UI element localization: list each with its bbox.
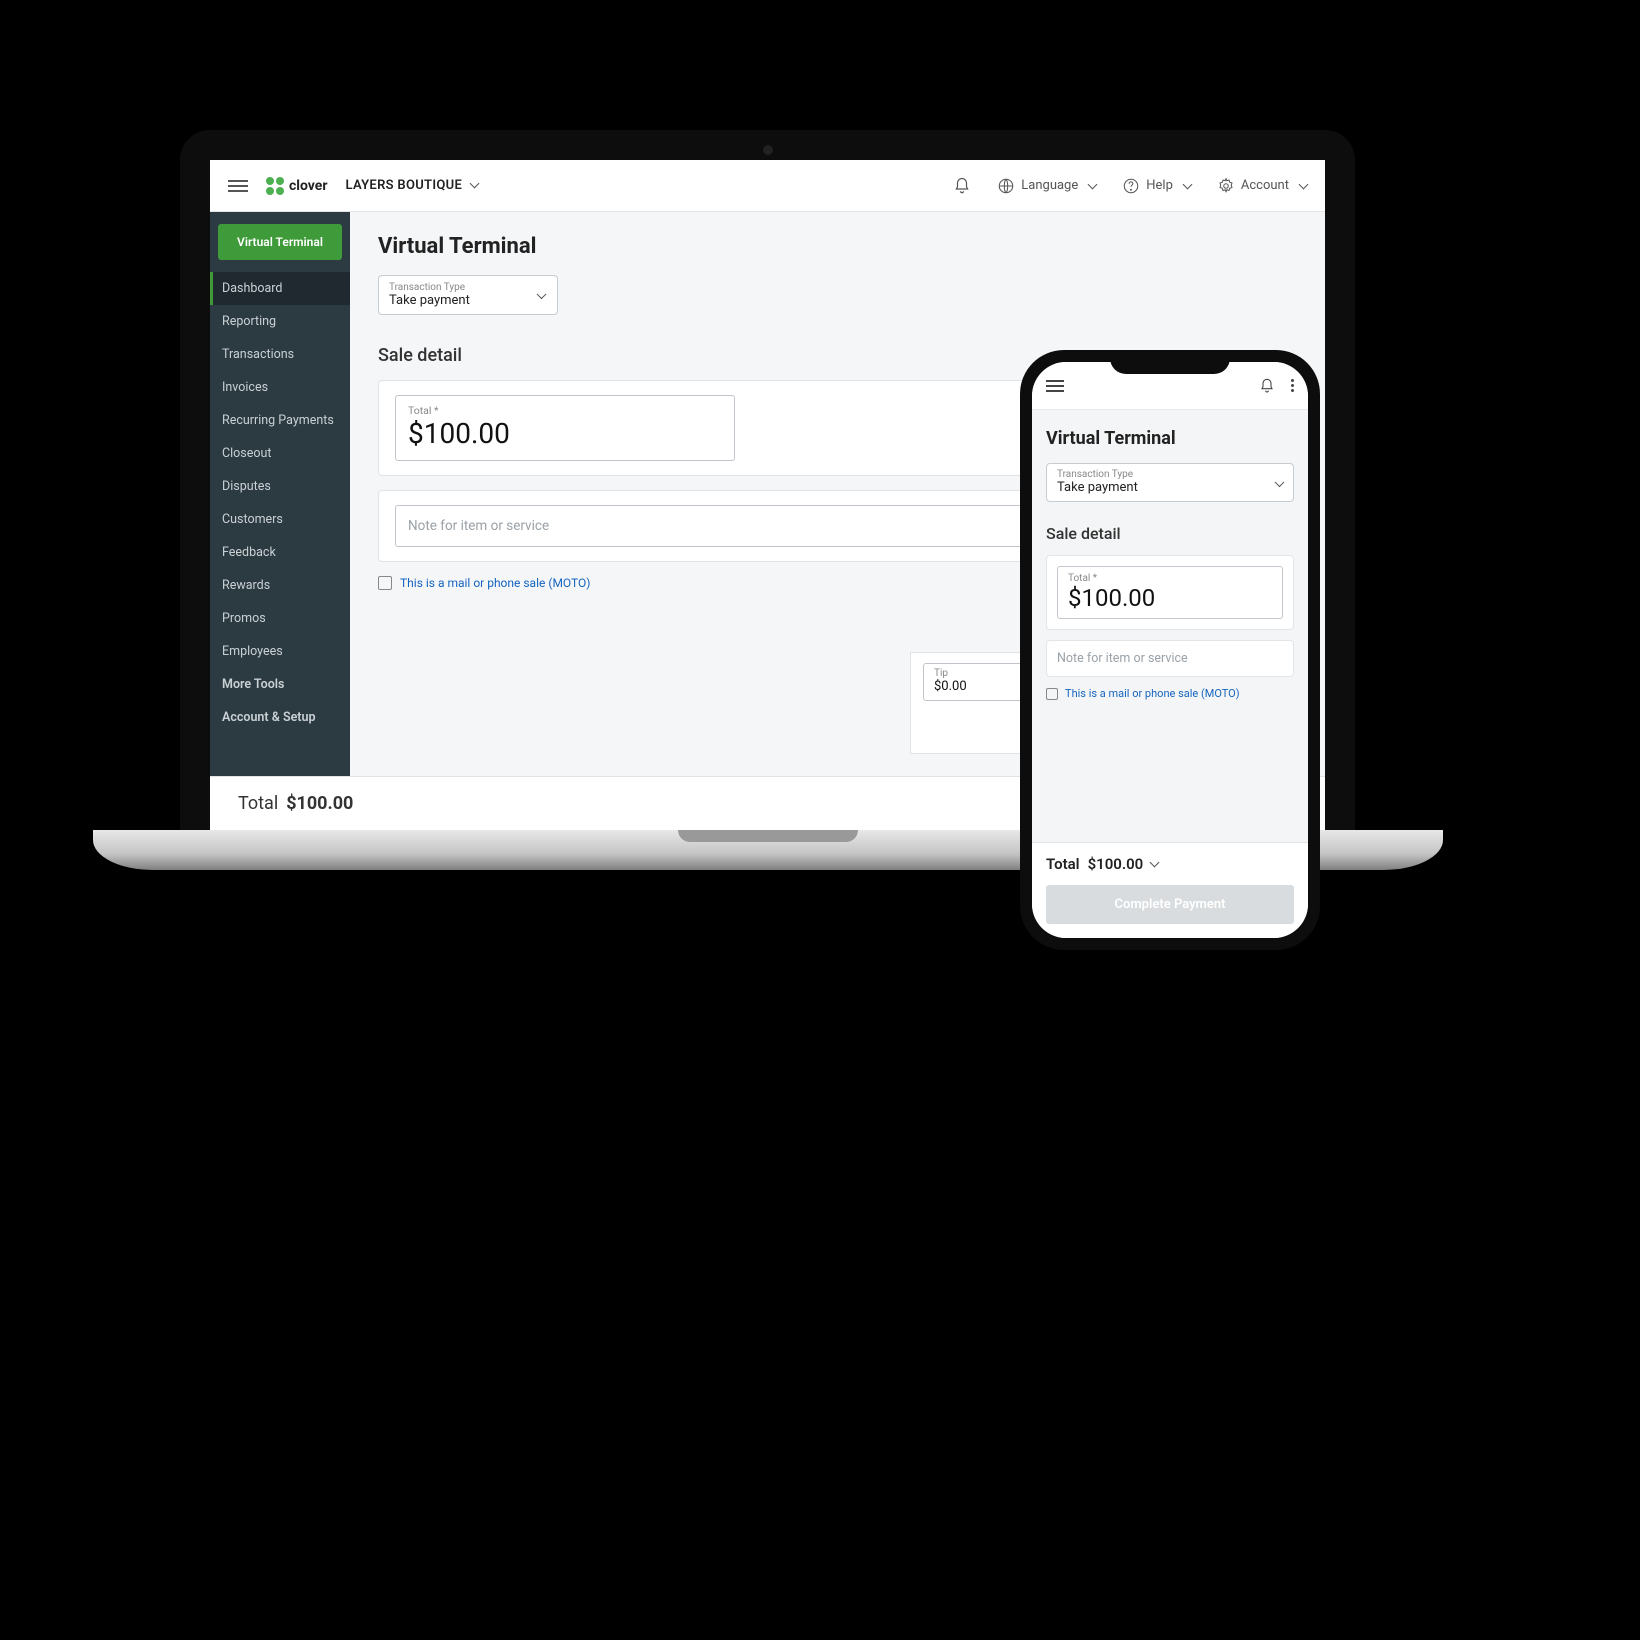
chevron-down-icon [537,289,547,299]
sidebar-item-promos[interactable]: Promos [210,602,350,635]
mobile-page-title: Virtual Terminal [1046,428,1294,449]
mobile-txn-type-label: Transaction Type [1057,469,1263,480]
mobile-total-input[interactable]: Total * $100.00 [1057,566,1283,619]
sidebar-item-employees[interactable]: Employees [210,635,350,668]
sidebar-item-account-setup[interactable]: Account & Setup [210,701,350,734]
store-switcher[interactable]: LAYERS BOUTIQUE [346,178,478,193]
sidebar-item-feedback[interactable]: Feedback [210,536,350,569]
chevron-down-icon [469,179,479,189]
footer-total-value: $100.00 [286,793,353,814]
phone-frame: Virtual Terminal Transaction Type Take p… [1020,350,1320,950]
page-title: Virtual Terminal [378,234,1297,259]
sidebar-item-recurring-payments[interactable]: Recurring Payments [210,404,350,437]
chevron-down-icon [1299,180,1309,190]
mobile-note-card: Note for item or service [1046,640,1294,677]
help-label: Help [1146,178,1173,193]
sidebar-item-reporting[interactable]: Reporting [210,305,350,338]
brand-name: clover [289,178,328,194]
topbar-right: Language Help Account [953,177,1307,195]
transaction-type-label: Transaction Type [389,282,523,293]
language-menu[interactable]: Language [997,177,1096,195]
note-card: Note for item or service [378,490,1048,562]
help-icon [1122,177,1140,195]
complete-payment-button[interactable]: Complete Payment [1046,885,1294,924]
mobile-moto-checkbox[interactable]: This is a mail or phone sale (MOTO) [1046,687,1294,700]
topbar: clover LAYERS BOUTIQUE Language [210,160,1325,212]
total-card: Total * $100.00 [378,380,1048,476]
total-field-value: $100.00 [408,417,722,450]
total-input[interactable]: Total * $100.00 [395,395,735,461]
sidebar-item-disputes[interactable]: Disputes [210,470,350,503]
clover-logo-icon [266,177,284,195]
notifications-button[interactable] [953,177,971,195]
mobile-txn-type-value: Take payment [1057,480,1263,495]
mobile-total-card: Total * $100.00 [1046,555,1294,630]
menu-icon[interactable] [1046,380,1064,392]
moto-label: This is a mail or phone sale (MOTO) [400,576,590,590]
mobile-total-value: $100.00 [1068,584,1272,612]
mobile-moto-label: This is a mail or phone sale (MOTO) [1065,687,1240,700]
total-field-label: Total * [408,404,722,417]
store-name: LAYERS BOUTIQUE [346,178,463,193]
mobile-footer-total-value: $100.00 [1088,855,1144,873]
chevron-down-icon [1182,180,1192,190]
account-menu[interactable]: Account [1217,177,1307,195]
sidebar: Virtual Terminal Dashboard Reporting Tra… [210,212,350,776]
sidebar-item-transactions[interactable]: Transactions [210,338,350,371]
more-icon[interactable] [1291,379,1294,392]
mobile-body: Virtual Terminal Transaction Type Take p… [1032,410,1308,842]
sidebar-item-invoices[interactable]: Invoices [210,371,350,404]
checkbox-icon [378,576,392,590]
transaction-type-select[interactable]: Transaction Type Take payment [378,275,558,315]
bell-icon [953,177,971,195]
transaction-type-value: Take payment [389,293,523,308]
brand[interactable]: clover [266,177,328,195]
mobile-sale-detail-heading: Sale detail [1046,524,1294,543]
mobile-total-label: Total * [1068,573,1272,584]
mobile-transaction-type-select[interactable]: Transaction Type Take payment [1046,463,1294,502]
help-menu[interactable]: Help [1122,177,1191,195]
camera-icon [763,145,773,155]
mobile-app: Virtual Terminal Transaction Type Take p… [1032,362,1308,938]
note-input[interactable]: Note for item or service [395,505,1031,547]
chevron-down-icon [1150,858,1160,868]
virtual-terminal-button[interactable]: Virtual Terminal [218,224,342,260]
mobile-note-input[interactable]: Note for item or service [1047,641,1293,676]
bell-icon[interactable] [1259,378,1275,394]
sidebar-item-dashboard[interactable]: Dashboard [210,272,350,305]
chevron-down-icon [1088,180,1098,190]
mobile-footer: Total $100.00 Complete Payment [1032,842,1308,938]
mobile-total-row[interactable]: Total $100.00 [1046,855,1294,873]
note-placeholder: Note for item or service [408,508,1018,544]
sidebar-item-closeout[interactable]: Closeout [210,437,350,470]
footer-total-label: Total [238,793,278,814]
checkbox-icon [1046,688,1058,700]
mobile-footer-total-label: Total [1046,855,1080,873]
gear-icon [1217,177,1235,195]
sidebar-item-rewards[interactable]: Rewards [210,569,350,602]
sidebar-item-customers[interactable]: Customers [210,503,350,536]
mobile-topbar [1032,362,1308,410]
menu-icon[interactable] [228,180,248,192]
account-label: Account [1241,178,1289,193]
globe-icon [997,177,1015,195]
language-label: Language [1021,178,1078,193]
sidebar-item-more-tools[interactable]: More Tools [210,668,350,701]
chevron-down-icon [1275,477,1285,487]
